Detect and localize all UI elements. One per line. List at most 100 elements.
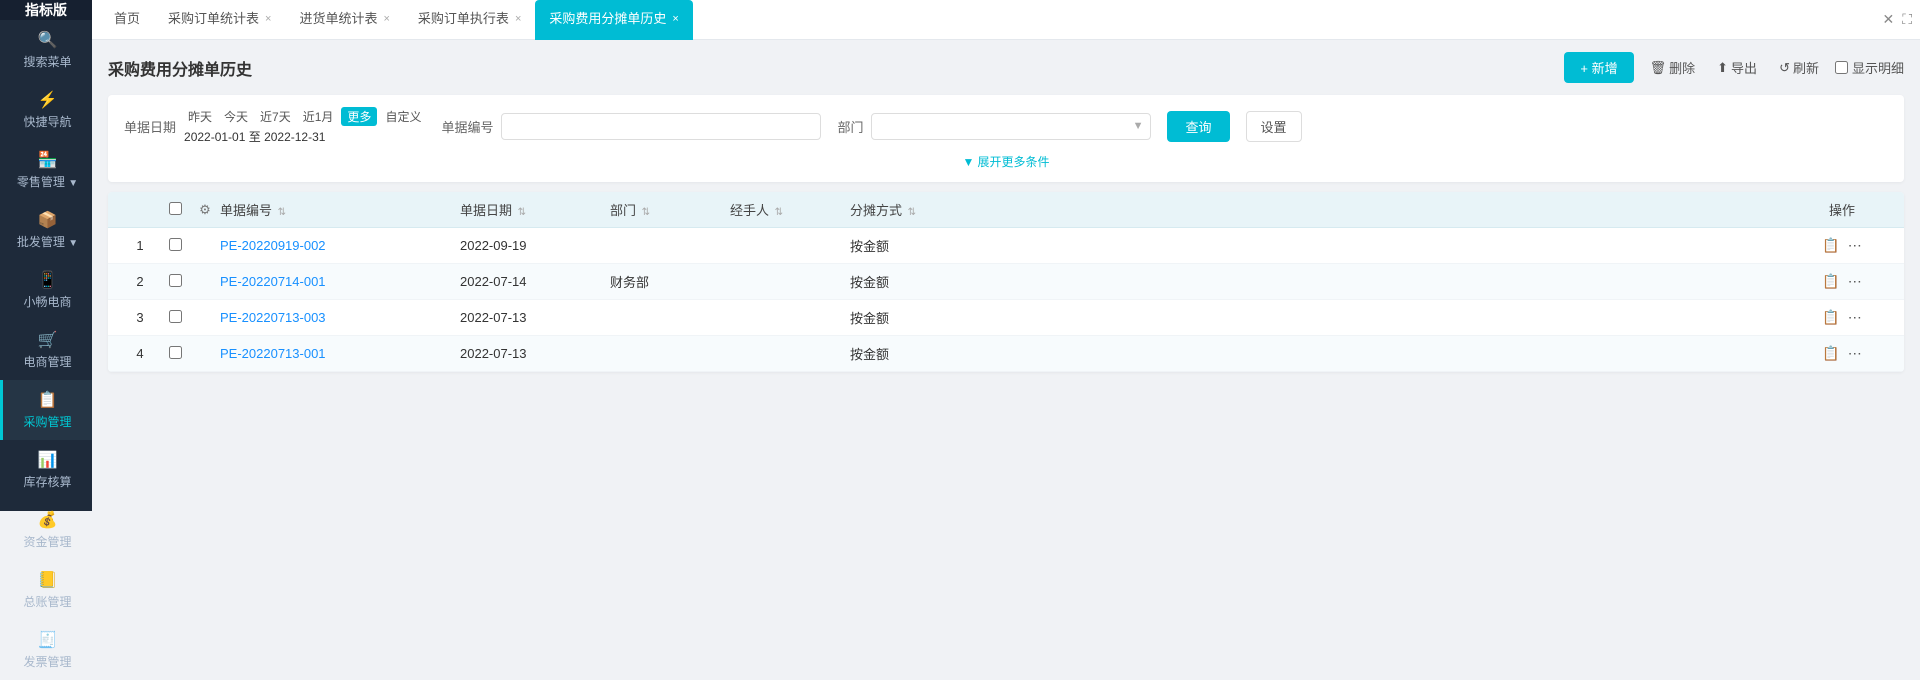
col-header-settings[interactable]: ⚙ (190, 202, 220, 218)
row3-docno-link[interactable]: PE-20220713-003 (220, 310, 326, 325)
tab-close-purchase-receive-stats[interactable]: × (383, 0, 389, 39)
chevron-down-icon: ▼ (963, 155, 975, 169)
filter-section: 单据日期 昨天 今天 近7天 近1月 更多 自定义 2022-01-01 至 2… (108, 95, 1904, 182)
tab-purchase-order-stats[interactable]: 采购订单统计表 × (154, 0, 285, 40)
row3-more-icon[interactable]: ⋯ (1848, 309, 1862, 326)
filter-dept-select[interactable]: 财务部 采购部 (871, 113, 1151, 140)
row1-check (160, 238, 190, 254)
filter-dept-group: 部门 财务部 采购部 ▼ (837, 113, 1151, 140)
date-shortcuts: 昨天 今天 近7天 近1月 更多 自定义 2022-01-01 至 2022-1… (184, 107, 425, 145)
shortcut-today[interactable]: 今天 (220, 107, 252, 126)
select-all-checkbox[interactable] (169, 202, 182, 215)
add-button[interactable]: + 新增 (1564, 52, 1633, 83)
row2-op-icons: 📋 ⋯ (1792, 273, 1892, 290)
row4-no: 4 (120, 346, 160, 361)
row1-docno-link[interactable]: PE-20220919-002 (220, 238, 326, 253)
tab-close-purchase-order-exec[interactable]: × (515, 0, 521, 39)
row2-more-icon[interactable]: ⋯ (1848, 273, 1862, 290)
table-row: 3 PE-20220713-003 2022-07-13 按金额 📋 ⋯ (108, 300, 1904, 336)
sidebar-item-miniapp[interactable]: 📱 小畅电商 (0, 260, 92, 320)
sort-alloc-icon[interactable]: ⇅ (908, 207, 916, 218)
sort-docno-icon[interactable]: ⇅ (278, 207, 286, 218)
filter-date-group: 单据日期 昨天 今天 近7天 近1月 更多 自定义 2022-01-01 至 2… (124, 107, 425, 145)
row1-view-icon[interactable]: 📋 (1822, 237, 1839, 254)
inventory-icon: 📊 (7, 450, 88, 470)
export-icon: ⬆ (1717, 60, 1728, 76)
tab-close-purchase-cost-split[interactable]: × (672, 0, 678, 39)
tab-close-purchase-order-stats[interactable]: × (265, 0, 271, 39)
row2-checkbox[interactable] (169, 274, 182, 287)
row3-checkbox[interactable] (169, 310, 182, 323)
delete-button[interactable]: 🗑 删除 (1644, 54, 1702, 81)
shortcut-1month[interactable]: 近1月 (299, 107, 338, 126)
row4-docno: PE-20220713-001 (220, 346, 460, 361)
row3-op: 📋 ⋯ (1792, 309, 1892, 326)
table-header: ⚙ 单据编号 ⇅ 单据日期 ⇅ 部门 ⇅ 经手人 ⇅ 分摊 (108, 192, 1904, 228)
sidebar-item-inventory[interactable]: 📊 库存核算 (0, 440, 92, 500)
sort-handler-icon[interactable]: ⇅ (775, 207, 783, 218)
sort-dept-icon[interactable]: ⇅ (642, 207, 650, 218)
sidebar-item-ecommerce[interactable]: 🛒 电商管理 (0, 320, 92, 380)
table-row: 1 PE-20220919-002 2022-09-19 按金额 📋 ⋯ (108, 228, 1904, 264)
row2-op: 📋 ⋯ (1792, 273, 1892, 290)
row2-docno: PE-20220714-001 (220, 274, 460, 289)
sidebar-item-search[interactable]: 🔍 搜索菜单 (0, 20, 92, 80)
row4-check (160, 346, 190, 362)
query-button[interactable]: 查询 (1167, 111, 1229, 142)
row2-date: 2022-07-14 (460, 274, 610, 289)
table-row: 4 PE-20220713-001 2022-07-13 按金额 📋 ⋯ (108, 336, 1904, 372)
finance-icon: 💰 (7, 510, 88, 530)
col-header-dept: 部门 ⇅ (610, 200, 730, 219)
chevron-down-icon: ▼ (68, 178, 78, 189)
refresh-button[interactable]: ↺ 刷新 (1773, 54, 1825, 81)
tab-bar: 首页 采购订单统计表 × 进货单统计表 × 采购订单执行表 × 采购费用分摊单历… (92, 0, 1920, 40)
show-columns-input[interactable] (1835, 61, 1848, 74)
row1-docno: PE-20220919-002 (220, 238, 460, 253)
miniapp-icon: 📱 (7, 270, 88, 290)
col-header-handler: 经手人 ⇅ (730, 200, 850, 219)
row3-alloc: 按金额 (850, 308, 1792, 327)
sort-date-icon[interactable]: ⇅ (518, 207, 526, 218)
tab-maximize-icon[interactable]: ⛶ (1902, 11, 1912, 28)
expand-button[interactable]: ▼ 展开更多条件 (963, 153, 1050, 170)
row4-view-icon[interactable]: 📋 (1822, 345, 1839, 362)
filter-docno-label: 单据编号 (441, 117, 493, 136)
row1-no: 1 (120, 238, 160, 253)
row1-op-icons: 📋 ⋯ (1792, 237, 1892, 254)
row4-docno-link[interactable]: PE-20220713-001 (220, 346, 326, 361)
row4-more-icon[interactable]: ⋯ (1848, 345, 1862, 362)
row3-no: 3 (120, 310, 160, 325)
row4-checkbox[interactable] (169, 346, 182, 359)
sidebar-item-retail[interactable]: 🏪 零售管理 ▼ (0, 140, 92, 200)
setting-button[interactable]: 设置 (1246, 111, 1302, 142)
export-button[interactable]: ⬆ 导出 (1711, 54, 1763, 81)
row1-checkbox[interactable] (169, 238, 182, 251)
shortcut-more[interactable]: 更多 (341, 107, 377, 126)
sidebar-item-ledger[interactable]: 📒 总账管理 (0, 560, 92, 620)
row2-view-icon[interactable]: 📋 (1822, 273, 1839, 290)
row3-view-icon[interactable]: 📋 (1822, 309, 1839, 326)
tab-purchase-order-exec[interactable]: 采购订单执行表 × (404, 0, 535, 40)
tab-close-all-icon[interactable]: ✕ (1882, 11, 1894, 28)
tab-purchase-cost-split[interactable]: 采购费用分摊单历史 × (535, 0, 692, 40)
shortcut-7days[interactable]: 近7天 (256, 107, 295, 126)
search-icon: 🔍 (7, 30, 88, 50)
tab-home[interactable]: 首页 (100, 0, 154, 40)
row2-docno-link[interactable]: PE-20220714-001 (220, 274, 326, 289)
show-columns-checkbox[interactable]: 显示明细 (1835, 58, 1904, 77)
filter-docno-input[interactable] (501, 113, 821, 140)
page-header: 采购费用分摊单历史 + 新增 🗑 删除 ⬆ 导出 ↺ 刷新 显示明细 (108, 52, 1904, 83)
sidebar-item-quicknav[interactable]: ⚡ 快捷导航 (0, 80, 92, 140)
sidebar-item-finance[interactable]: 💰 资金管理 (0, 500, 92, 560)
row2-alloc: 按金额 (850, 272, 1792, 291)
sidebar-item-wholesale[interactable]: 📦 批发管理 ▼ (0, 200, 92, 260)
shortcut-yesterday[interactable]: 昨天 (184, 107, 216, 126)
sidebar-item-purchase[interactable]: 📋 采购管理 (0, 380, 92, 440)
sidebar-item-invoice[interactable]: 🧾 发票管理 (0, 620, 92, 680)
lightning-icon: ⚡ (7, 90, 88, 110)
row1-more-icon[interactable]: ⋯ (1848, 237, 1862, 254)
tab-purchase-receive-stats[interactable]: 进货单统计表 × (285, 0, 403, 40)
col-header-docno: 单据编号 ⇅ (220, 200, 460, 219)
filter-date-range[interactable]: 2022-01-01 至 2022-12-31 (184, 128, 425, 145)
shortcut-custom[interactable]: 自定义 (381, 107, 425, 126)
